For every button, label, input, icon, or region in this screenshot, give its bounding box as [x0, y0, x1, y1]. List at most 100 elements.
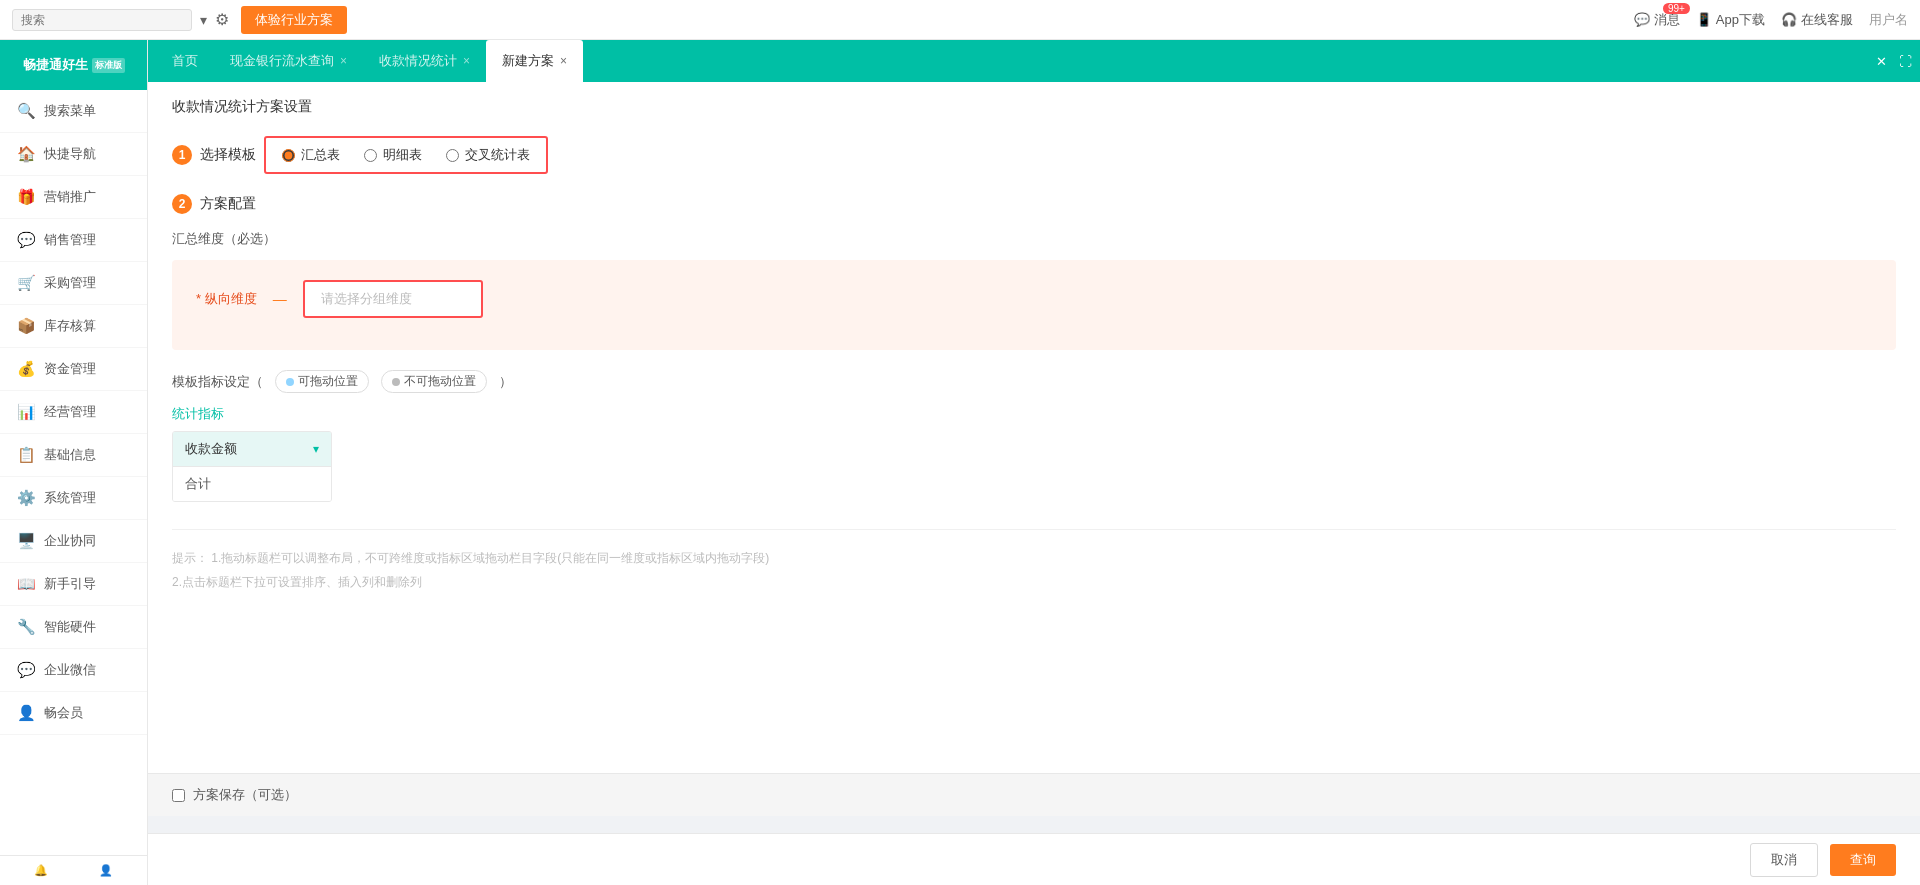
form-container: 收款情况统计方案设置 1 选择模板 汇总表 [148, 82, 1920, 773]
draggable-label: 可拖动位置 [298, 373, 358, 390]
finance-icon: 💰 [16, 360, 36, 378]
sidebar-item-purchase[interactable]: 🛒 采购管理 [0, 262, 147, 305]
top-header: ▾ ⚙ 体验行业方案 💬 消息 99+ 📱 App下载 🎧 在线客服 用户名 [0, 0, 1920, 40]
step2-section: 2 方案配置 汇总维度（必选） * 纵向维度 — 请选择分组维 [172, 194, 1896, 610]
sidebar-item-search-menu[interactable]: 🔍 搜索菜单 [0, 90, 147, 133]
enterprise-wx-icon: 💬 [16, 661, 36, 679]
sidebar-footer: 🔔 👤 [0, 855, 147, 885]
maximize-icon[interactable]: ⛶ [1899, 54, 1912, 69]
radio-summary-label: 汇总表 [301, 146, 340, 164]
sidebar-item-enterprise-wx[interactable]: 💬 企业微信 [0, 649, 147, 692]
tab-home[interactable]: 首页 [156, 40, 214, 82]
search-menu-icon: 🔍 [16, 102, 36, 120]
online-service-area[interactable]: 🎧 在线客服 [1781, 11, 1853, 29]
step1-title: 选择模板 [200, 146, 256, 164]
sidebar-item-label: 智能硬件 [44, 618, 96, 636]
draggable-badge: 可拖动位置 [275, 370, 369, 393]
step2-header: 2 方案配置 [172, 194, 1896, 214]
app-download-area[interactable]: 📱 App下载 [1696, 11, 1765, 29]
template-selector: 汇总表 明细表 交叉统计表 [264, 136, 548, 174]
sidebar-item-new-guide[interactable]: 📖 新手引导 [0, 563, 147, 606]
radio-detail-input[interactable] [364, 149, 377, 162]
dimension-title: 汇总维度（必选） [172, 230, 1896, 248]
purchase-icon: 🛒 [16, 274, 36, 292]
version-badge: 标准版 [92, 58, 125, 73]
quick-nav-icon: 🏠 [16, 145, 36, 163]
indicator-section-label: 统计指标 [172, 405, 1896, 423]
sidebar-item-label: 企业微信 [44, 661, 96, 679]
cancel-button[interactable]: 取消 [1750, 843, 1818, 877]
sidebar-item-basic-info[interactable]: 📋 基础信息 [0, 434, 147, 477]
member-icon: 👤 [16, 704, 36, 722]
radio-summary[interactable]: 汇总表 [282, 146, 340, 164]
sidebar-item-label: 企业协同 [44, 532, 96, 550]
close-new-plan-tab[interactable]: × [560, 54, 567, 68]
sidebar-item-finance[interactable]: 💰 资金管理 [0, 348, 147, 391]
sidebar-footer-item-1[interactable]: 🔔 [34, 864, 48, 877]
sidebar-item-enterprise[interactable]: 🖥️ 企业协同 [0, 520, 147, 563]
sidebar-item-smart-hw[interactable]: 🔧 智能硬件 [0, 606, 147, 649]
sidebar-item-system[interactable]: ⚙️ 系统管理 [0, 477, 147, 520]
search-input[interactable] [12, 9, 192, 31]
tab-home-label: 首页 [172, 52, 198, 70]
step2-title: 方案配置 [200, 195, 256, 213]
indicator-table: 收款金额 ▾ 合计 [172, 431, 332, 502]
sidebar-item-marketing[interactable]: 🎁 营销推广 [0, 176, 147, 219]
tab-bank-flow[interactable]: 现金银行流水查询 × [214, 40, 363, 82]
basic-info-icon: 📋 [16, 446, 36, 464]
foot-icon-2: 👤 [99, 864, 113, 877]
notification-area[interactable]: 💬 消息 99+ [1634, 11, 1680, 29]
sidebar-item-sales[interactable]: 💬 销售管理 [0, 219, 147, 262]
dimension-input[interactable]: 请选择分组维度 [303, 280, 483, 318]
close-collection-stat-tab[interactable]: × [463, 54, 470, 68]
sidebar-item-label: 采购管理 [44, 274, 96, 292]
step1-badge: 1 [172, 145, 192, 165]
sidebar-item-label: 基础信息 [44, 446, 96, 464]
inventory-icon: 📦 [16, 317, 36, 335]
radio-crosstab-input[interactable] [446, 149, 459, 162]
foot-icon-1: 🔔 [34, 864, 48, 877]
close-bank-flow-tab[interactable]: × [340, 54, 347, 68]
service-label: 在线客服 [1801, 11, 1853, 29]
trial-button[interactable]: 体验行业方案 [241, 6, 347, 34]
dimension-placeholder: 请选择分组维度 [321, 290, 412, 308]
tips-section: 提示： 1.拖动标题栏可以调整布局，不可跨维度或指标区域拖动栏目字段(只能在同一… [172, 529, 1896, 610]
save-checkbox[interactable] [172, 789, 185, 802]
draggable-dot [286, 378, 294, 386]
radio-crosstab[interactable]: 交叉统计表 [446, 146, 530, 164]
sidebar-item-inventory[interactable]: 📦 库存核算 [0, 305, 147, 348]
radio-summary-input[interactable] [282, 149, 295, 162]
sidebar-item-operations[interactable]: 📊 经营管理 [0, 391, 147, 434]
query-button[interactable]: 查询 [1830, 844, 1896, 876]
indicator-chevron-icon: ▾ [313, 442, 319, 456]
tab-collection-stat[interactable]: 收款情况统计 × [363, 40, 486, 82]
radio-detail[interactable]: 明细表 [364, 146, 422, 164]
app-icon: 📱 [1696, 12, 1712, 27]
indicator-settings: 模板指标设定（ 可拖动位置 不可拖动位置 ） [172, 370, 1896, 610]
sidebar-item-label: 库存核算 [44, 317, 96, 335]
sidebar-footer-item-2[interactable]: 👤 [99, 864, 113, 877]
radio-crosstab-label: 交叉统计表 [465, 146, 530, 164]
header-right-icons: 💬 消息 99+ 📱 App下载 🎧 在线客服 用户名 [1634, 11, 1908, 29]
new-guide-icon: 📖 [16, 575, 36, 593]
indicator-settings-title: 模板指标设定（ [172, 373, 263, 391]
sidebar-item-label: 快捷导航 [44, 145, 96, 163]
indicator-table-header[interactable]: 收款金额 ▾ [173, 432, 331, 467]
bottom-bar: 取消 查询 [148, 833, 1920, 885]
sidebar-item-quick-nav[interactable]: 🏠 快捷导航 [0, 133, 147, 176]
indicator-column-label: 收款金额 [185, 440, 237, 458]
page-title: 收款情况统计方案设置 [172, 98, 1896, 116]
step1-section: 1 选择模板 汇总表 明细表 [172, 136, 1896, 174]
user-name[interactable]: 用户名 [1869, 11, 1908, 29]
tab-new-plan[interactable]: 新建方案 × [486, 40, 583, 82]
settings-button[interactable]: ⚙ [215, 10, 229, 29]
close-all-icon[interactable]: ✕ [1876, 54, 1887, 69]
dropdown-button[interactable]: ▾ [200, 12, 207, 28]
tab-collection-stat-label: 收款情况统计 [379, 52, 457, 70]
vertical-dimension-label: * 纵向维度 [196, 290, 257, 308]
sales-icon: 💬 [16, 231, 36, 249]
config-section: 汇总维度（必选） * 纵向维度 — 请选择分组维度 [172, 230, 1896, 610]
save-option-area: 方案保存（可选） [148, 773, 1920, 816]
sidebar-item-member[interactable]: 👤 畅会员 [0, 692, 147, 735]
page-content: 收款情况统计方案设置 1 选择模板 汇总表 [148, 82, 1920, 833]
